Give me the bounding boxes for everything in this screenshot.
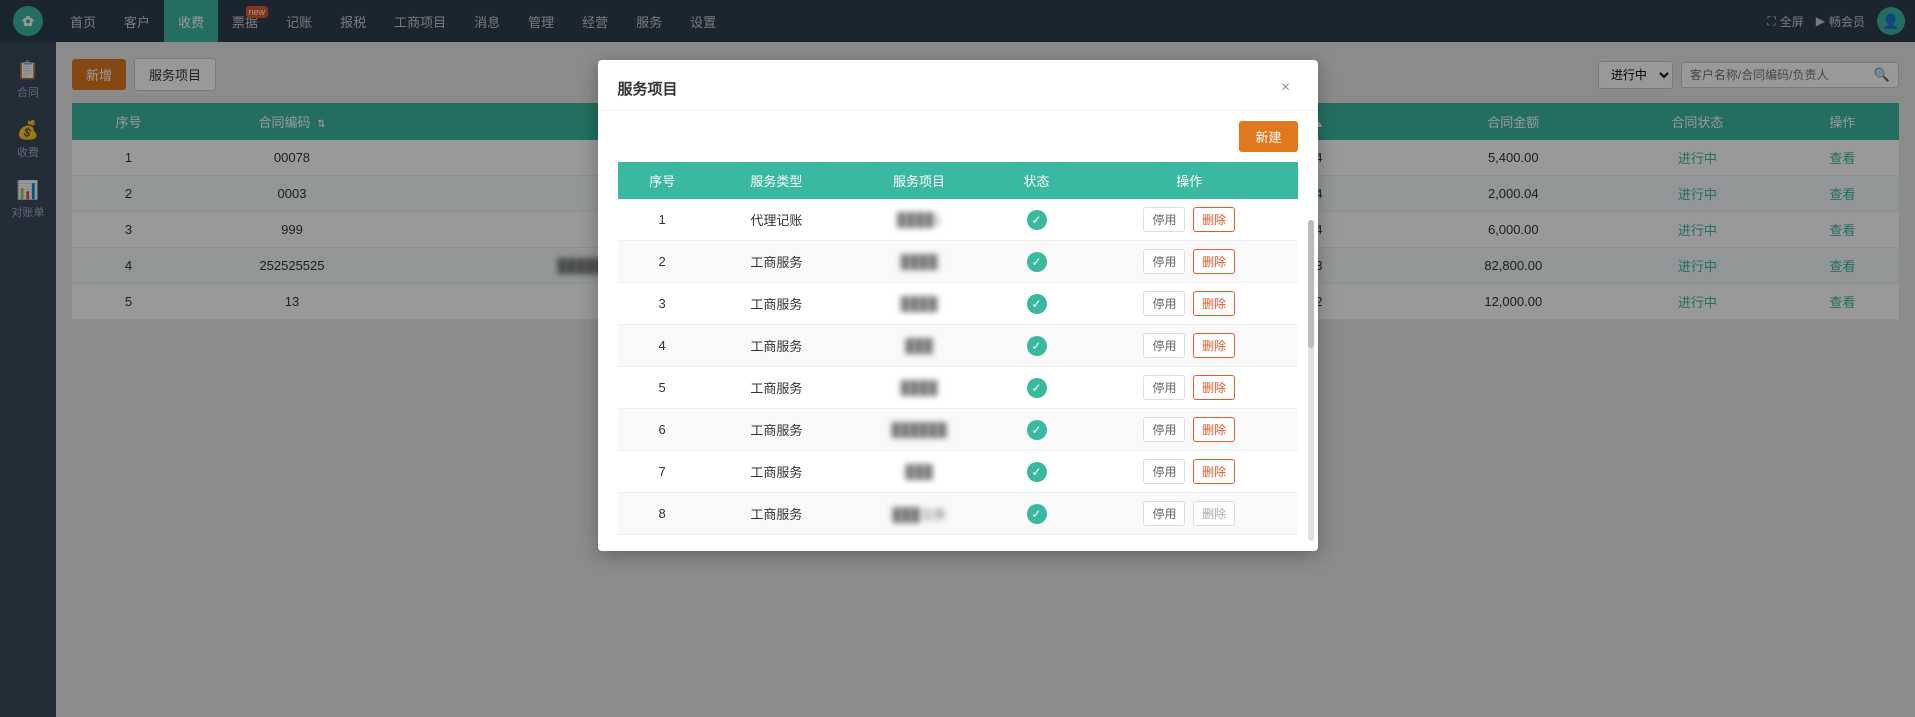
- modal-cell-seq: 2: [618, 241, 707, 283]
- modal-body: 序号 服务类型 服务项目 状态 操作 1 代理记账 ████1 ✓ 停用 删除 …: [598, 162, 1318, 551]
- modal-cell-type: 工商服务: [707, 325, 847, 367]
- modal-cell-status: ✓: [992, 409, 1081, 451]
- status-check-icon: ✓: [1027, 210, 1047, 230]
- modal-cell-seq: 4: [618, 325, 707, 367]
- stop-button[interactable]: 停用: [1143, 249, 1185, 274]
- modal-new-button[interactable]: 新建: [1239, 121, 1297, 152]
- modal-cell-item: ████1: [846, 199, 992, 241]
- modal-cell-type: 工商服务: [707, 283, 847, 325]
- modal-cell-status: ✓: [992, 241, 1081, 283]
- stop-button[interactable]: 停用: [1143, 291, 1185, 316]
- delete-button[interactable]: 删除: [1193, 417, 1235, 442]
- modal-cell-type: 工商服务: [707, 241, 847, 283]
- modal-cell-seq: 5: [618, 367, 707, 409]
- modal-overlay[interactable]: 服务项目 × 新建 序号 服务类型 服务项目 状态 操作 1 代理记账: [0, 0, 1915, 717]
- modal-cell-action: 停用 删除: [1081, 409, 1297, 451]
- modal-scrollbar-thumb: [1308, 220, 1314, 348]
- modal-cell-status: ✓: [992, 367, 1081, 409]
- modal-cell-seq: 1: [618, 199, 707, 241]
- modal-col-item: 服务项目: [846, 162, 992, 199]
- status-check-icon: ✓: [1027, 420, 1047, 440]
- modal-cell-type: 工商服务: [707, 451, 847, 493]
- modal-scrollbar[interactable]: [1308, 220, 1314, 541]
- modal-cell-action: 停用 删除: [1081, 493, 1297, 535]
- delete-button[interactable]: 删除: [1193, 375, 1235, 400]
- modal-cell-item: ████: [846, 283, 992, 325]
- status-check-icon: ✓: [1027, 252, 1047, 272]
- modal-table-row: 1 代理记账 ████1 ✓ 停用 删除: [618, 199, 1298, 241]
- modal-col-seq: 序号: [618, 162, 707, 199]
- modal-header: 服务项目 ×: [598, 60, 1318, 111]
- modal-table-row: 4 工商服务 ███ ✓ 停用 删除: [618, 325, 1298, 367]
- stop-button[interactable]: 停用: [1143, 459, 1185, 484]
- modal-cell-type: 工商服务: [707, 367, 847, 409]
- delete-button[interactable]: 删除: [1193, 207, 1235, 232]
- modal-table-header-row: 序号 服务类型 服务项目 状态 操作: [618, 162, 1298, 199]
- modal-cell-status: ✓: [992, 325, 1081, 367]
- delete-button[interactable]: 删除: [1193, 333, 1235, 358]
- modal-col-type: 服务类型: [707, 162, 847, 199]
- modal-cell-type: 工商服务: [707, 409, 847, 451]
- modal-table-row: 6 工商服务 ██████ ✓ 停用 删除: [618, 409, 1298, 451]
- modal-cell-status: ✓: [992, 199, 1081, 241]
- modal-table-row: 3 工商服务 ████ ✓ 停用 删除: [618, 283, 1298, 325]
- delete-button[interactable]: 删除: [1193, 501, 1235, 526]
- modal-cell-status: ✓: [992, 283, 1081, 325]
- modal-cell-action: 停用 删除: [1081, 451, 1297, 493]
- delete-button[interactable]: 删除: [1193, 459, 1235, 484]
- modal-cell-item: ███: [846, 325, 992, 367]
- modal-cell-seq: 8: [618, 493, 707, 535]
- modal-col-status: 状态: [992, 162, 1081, 199]
- status-check-icon: ✓: [1027, 378, 1047, 398]
- modal-table-row: 7 工商服务 ███ ✓ 停用 删除: [618, 451, 1298, 493]
- modal-cell-item: ███: [846, 451, 992, 493]
- modal-title: 服务项目: [618, 78, 678, 99]
- modal-toolbar: 新建: [598, 111, 1318, 162]
- modal-col-action: 操作: [1081, 162, 1297, 199]
- delete-button[interactable]: 删除: [1193, 249, 1235, 274]
- service-items-table: 序号 服务类型 服务项目 状态 操作 1 代理记账 ████1 ✓ 停用 删除 …: [618, 162, 1298, 535]
- modal-cell-action: 停用 删除: [1081, 199, 1297, 241]
- modal-close-button[interactable]: ×: [1274, 76, 1298, 100]
- modal-cell-seq: 6: [618, 409, 707, 451]
- modal-cell-item: ███注册: [846, 493, 992, 535]
- modal-cell-item: ██████: [846, 409, 992, 451]
- stop-button[interactable]: 停用: [1143, 207, 1185, 232]
- stop-button[interactable]: 停用: [1143, 417, 1185, 442]
- modal-cell-seq: 3: [618, 283, 707, 325]
- status-check-icon: ✓: [1027, 294, 1047, 314]
- stop-button[interactable]: 停用: [1143, 375, 1185, 400]
- stop-button[interactable]: 停用: [1143, 333, 1185, 358]
- stop-button[interactable]: 停用: [1143, 501, 1185, 526]
- modal-cell-type: 工商服务: [707, 493, 847, 535]
- modal-cell-status: ✓: [992, 451, 1081, 493]
- modal-cell-action: 停用 删除: [1081, 325, 1297, 367]
- modal-table-row: 2 工商服务 ████ ✓ 停用 删除: [618, 241, 1298, 283]
- status-check-icon: ✓: [1027, 462, 1047, 482]
- delete-button[interactable]: 删除: [1193, 291, 1235, 316]
- modal-cell-seq: 7: [618, 451, 707, 493]
- status-check-icon: ✓: [1027, 504, 1047, 524]
- modal-cell-action: 停用 删除: [1081, 241, 1297, 283]
- modal-cell-item: ████: [846, 367, 992, 409]
- modal-cell-status: ✓: [992, 493, 1081, 535]
- service-modal: 服务项目 × 新建 序号 服务类型 服务项目 状态 操作 1 代理记账: [598, 60, 1318, 551]
- modal-table-row: 8 工商服务 ███注册 ✓ 停用 删除: [618, 493, 1298, 535]
- status-check-icon: ✓: [1027, 336, 1047, 356]
- modal-cell-action: 停用 删除: [1081, 367, 1297, 409]
- modal-cell-item: ████: [846, 241, 992, 283]
- modal-cell-type: 代理记账: [707, 199, 847, 241]
- modal-table-row: 5 工商服务 ████ ✓ 停用 删除: [618, 367, 1298, 409]
- modal-cell-action: 停用 删除: [1081, 283, 1297, 325]
